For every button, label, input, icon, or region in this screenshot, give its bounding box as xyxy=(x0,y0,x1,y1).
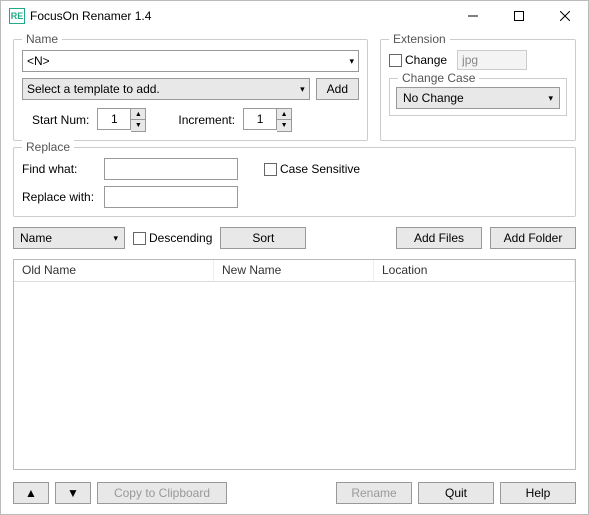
increment-input[interactable] xyxy=(243,108,277,130)
replace-with-input[interactable] xyxy=(104,186,238,208)
chevron-down-icon: ▾ xyxy=(548,93,553,104)
name-pattern-input[interactable]: <N> ▾ xyxy=(22,50,359,72)
app-window: RE FocusOn Renamer 1.4 Name <N> ▾ Select xyxy=(0,0,589,515)
change-ext-checkbox[interactable]: Change xyxy=(389,53,447,67)
move-up-button[interactable]: ▲ xyxy=(13,482,49,504)
find-what-input[interactable] xyxy=(104,158,238,180)
replace-group: Replace Find what: Case Sensitive Replac… xyxy=(13,147,576,217)
change-case-group: Change Case No Change ▾ xyxy=(389,78,567,116)
col-old-name[interactable]: Old Name xyxy=(14,260,214,281)
add-files-button[interactable]: Add Files xyxy=(396,227,482,249)
change-case-label: Change Case xyxy=(398,71,479,85)
change-case-select[interactable]: No Change ▾ xyxy=(396,87,560,109)
case-sensitive-checkbox[interactable]: Case Sensitive xyxy=(264,162,360,176)
case-sensitive-label: Case Sensitive xyxy=(280,162,360,176)
name-group: Name <N> ▾ Select a template to add. ▾ A… xyxy=(13,39,368,141)
list-header: Old Name New Name Location xyxy=(14,260,575,282)
sort-button[interactable]: Sort xyxy=(220,227,306,249)
replace-group-label: Replace xyxy=(22,140,74,154)
chevron-down-icon: ▾ xyxy=(113,233,118,244)
sort-field-select[interactable]: Name ▾ xyxy=(13,227,125,249)
close-button[interactable] xyxy=(542,1,588,31)
spin-up-icon[interactable]: ▲ xyxy=(131,109,145,120)
start-num-label: Start Num: xyxy=(32,113,89,127)
spin-down-icon[interactable]: ▼ xyxy=(131,120,145,131)
file-list[interactable]: Old Name New Name Location xyxy=(13,259,576,470)
increment-spinner[interactable]: ▲▼ xyxy=(243,108,292,132)
bottom-row: ▲ ▼ Copy to Clipboard Rename Quit Help xyxy=(13,482,576,504)
titlebar: RE FocusOn Renamer 1.4 xyxy=(1,1,588,31)
app-icon: RE xyxy=(9,8,25,24)
triangle-up-icon: ▲ xyxy=(25,486,37,500)
name-group-label: Name xyxy=(22,32,62,46)
checkbox-icon xyxy=(389,54,402,67)
template-select-text: Select a template to add. xyxy=(27,82,160,96)
name-pattern-value: <N> xyxy=(27,54,50,68)
start-num-spinner[interactable]: ▲▼ xyxy=(97,108,146,132)
find-what-label: Find what: xyxy=(22,162,96,176)
checkbox-icon xyxy=(264,163,277,176)
chevron-down-icon: ▾ xyxy=(349,56,354,67)
sort-field-value: Name xyxy=(20,231,52,245)
checkbox-icon xyxy=(133,232,146,245)
add-template-button[interactable]: Add xyxy=(316,78,359,100)
col-new-name[interactable]: New Name xyxy=(214,260,374,281)
extension-input[interactable] xyxy=(457,50,527,70)
start-num-input[interactable] xyxy=(97,108,131,130)
change-case-value: No Change xyxy=(403,91,464,105)
extension-group-label: Extension xyxy=(389,32,450,46)
window-controls xyxy=(450,1,588,31)
extension-group: Extension Change Change Case No Change ▾ xyxy=(380,39,576,141)
maximize-button[interactable] xyxy=(496,1,542,31)
change-ext-label: Change xyxy=(405,53,447,67)
content: Name <N> ▾ Select a template to add. ▾ A… xyxy=(1,31,588,514)
replace-with-label: Replace with: xyxy=(22,190,96,204)
window-title: FocusOn Renamer 1.4 xyxy=(30,9,450,23)
spin-down-icon[interactable]: ▼ xyxy=(277,120,291,131)
col-location[interactable]: Location xyxy=(374,260,575,281)
triangle-down-icon: ▼ xyxy=(67,486,79,500)
quit-button[interactable]: Quit xyxy=(418,482,494,504)
move-down-button[interactable]: ▼ xyxy=(55,482,91,504)
chevron-down-icon: ▾ xyxy=(300,84,305,95)
rename-button[interactable]: Rename xyxy=(336,482,412,504)
help-button[interactable]: Help xyxy=(500,482,576,504)
increment-label: Increment: xyxy=(178,113,235,127)
template-select[interactable]: Select a template to add. ▾ xyxy=(22,78,310,100)
spin-up-icon[interactable]: ▲ xyxy=(277,109,291,120)
add-folder-button[interactable]: Add Folder xyxy=(490,227,576,249)
minimize-button[interactable] xyxy=(450,1,496,31)
descending-label: Descending xyxy=(149,231,212,245)
descending-checkbox[interactable]: Descending xyxy=(133,231,212,245)
sort-row: Name ▾ Descending Sort Add Files Add Fol… xyxy=(13,227,576,249)
copy-clipboard-button[interactable]: Copy to Clipboard xyxy=(97,482,227,504)
